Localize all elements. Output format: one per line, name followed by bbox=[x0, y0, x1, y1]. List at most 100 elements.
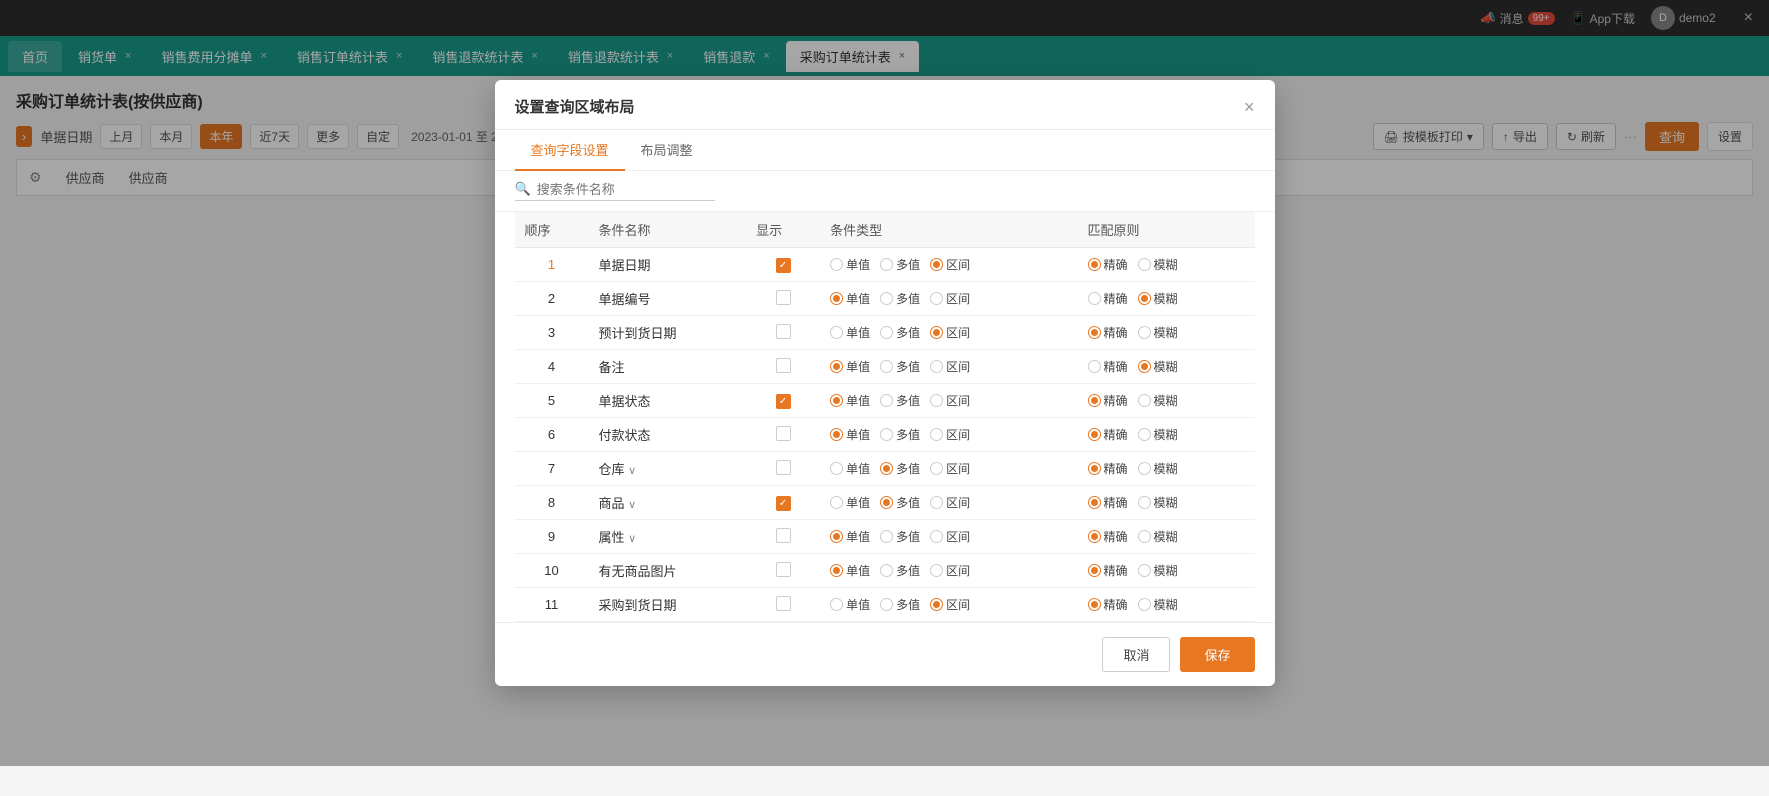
search-input[interactable] bbox=[537, 182, 707, 197]
type-option-多值[interactable]: 多值 bbox=[880, 460, 920, 477]
radio-circle bbox=[1138, 292, 1151, 305]
type-option-区间[interactable]: 区间 bbox=[930, 392, 970, 409]
match-option-模糊[interactable]: 模糊 bbox=[1138, 562, 1178, 579]
type-option-多值[interactable]: 多值 bbox=[880, 392, 920, 409]
match-option-精确[interactable]: 精确 bbox=[1088, 358, 1128, 375]
display-checkbox[interactable] bbox=[776, 562, 791, 577]
display-cell[interactable] bbox=[746, 520, 820, 554]
match-option-模糊[interactable]: 模糊 bbox=[1138, 324, 1178, 341]
match-option-模糊[interactable]: 模糊 bbox=[1138, 528, 1178, 545]
type-option-区间[interactable]: 区间 bbox=[930, 562, 970, 579]
type-option-单值[interactable]: 单值 bbox=[830, 324, 870, 341]
type-option-多值[interactable]: 多值 bbox=[880, 256, 920, 273]
match-option-精确[interactable]: 精确 bbox=[1088, 528, 1128, 545]
type-option-单值[interactable]: 单值 bbox=[830, 494, 870, 511]
match-option-模糊[interactable]: 模糊 bbox=[1138, 460, 1178, 477]
display-checkbox[interactable] bbox=[776, 596, 791, 611]
radio-circle bbox=[1088, 462, 1101, 475]
display-checkbox[interactable] bbox=[776, 290, 791, 305]
display-cell[interactable] bbox=[746, 350, 820, 384]
type-option-单值[interactable]: 单值 bbox=[830, 528, 870, 545]
type-option-区间[interactable]: 区间 bbox=[930, 324, 970, 341]
match-option-精确[interactable]: 精确 bbox=[1088, 494, 1128, 511]
match-option-模糊[interactable]: 模糊 bbox=[1138, 494, 1178, 511]
type-option-多值[interactable]: 多值 bbox=[880, 358, 920, 375]
match-option-精确[interactable]: 精确 bbox=[1088, 460, 1128, 477]
match-option-精确[interactable]: 精确 bbox=[1088, 256, 1128, 273]
table-row: 7仓库 ∨单值多值区间精确模糊 bbox=[515, 452, 1255, 486]
type-cell: 单值多值区间 bbox=[820, 418, 1077, 452]
col-type: 条件类型 bbox=[820, 212, 1077, 248]
match-option-模糊[interactable]: 模糊 bbox=[1138, 426, 1178, 443]
type-option-区间[interactable]: 区间 bbox=[930, 290, 970, 307]
modal-tab-layout-adjust[interactable]: 布局调整 bbox=[625, 130, 709, 171]
type-option-区间[interactable]: 区间 bbox=[930, 596, 970, 613]
type-option-单值[interactable]: 单值 bbox=[830, 426, 870, 443]
type-option-多值[interactable]: 多值 bbox=[880, 290, 920, 307]
match-option-模糊[interactable]: 模糊 bbox=[1138, 358, 1178, 375]
type-option-区间[interactable]: 区间 bbox=[930, 494, 970, 511]
radio-circle bbox=[1138, 598, 1151, 611]
display-checkbox[interactable] bbox=[776, 324, 791, 339]
type-option-单值[interactable]: 单值 bbox=[830, 256, 870, 273]
name-cell: 商品 ∨ bbox=[589, 486, 747, 520]
display-checkbox[interactable] bbox=[776, 496, 791, 511]
match-option-模糊[interactable]: 模糊 bbox=[1138, 256, 1178, 273]
display-cell[interactable] bbox=[746, 282, 820, 316]
display-cell[interactable] bbox=[746, 384, 820, 418]
display-cell[interactable] bbox=[746, 554, 820, 588]
type-option-区间[interactable]: 区间 bbox=[930, 426, 970, 443]
display-cell[interactable] bbox=[746, 452, 820, 486]
table-row: 9属性 ∨单值多值区间精确模糊 bbox=[515, 520, 1255, 554]
modal-close-btn[interactable]: × bbox=[1244, 98, 1255, 116]
type-option-多值[interactable]: 多值 bbox=[880, 596, 920, 613]
display-cell[interactable] bbox=[746, 486, 820, 520]
type-option-区间[interactable]: 区间 bbox=[930, 358, 970, 375]
type-option-多值[interactable]: 多值 bbox=[880, 494, 920, 511]
type-option-单值[interactable]: 单值 bbox=[830, 562, 870, 579]
modal-tab-query-fields[interactable]: 查询字段设置 bbox=[515, 130, 625, 171]
type-option-区间[interactable]: 区间 bbox=[930, 460, 970, 477]
match-option-精确[interactable]: 精确 bbox=[1088, 324, 1128, 341]
match-option-模糊[interactable]: 模糊 bbox=[1138, 596, 1178, 613]
cancel-btn[interactable]: 取消 bbox=[1102, 637, 1170, 672]
match-option-模糊[interactable]: 模糊 bbox=[1138, 290, 1178, 307]
type-option-区间[interactable]: 区间 bbox=[930, 256, 970, 273]
display-cell[interactable] bbox=[746, 316, 820, 350]
display-checkbox[interactable] bbox=[776, 460, 791, 475]
radio-circle bbox=[830, 564, 843, 577]
expand-arrow[interactable]: ∨ bbox=[628, 533, 636, 545]
radio-circle bbox=[830, 292, 843, 305]
match-option-精确[interactable]: 精确 bbox=[1088, 596, 1128, 613]
match-option-精确[interactable]: 精确 bbox=[1088, 290, 1128, 307]
type-option-单值[interactable]: 单值 bbox=[830, 392, 870, 409]
type-cell: 单值多值区间 bbox=[820, 486, 1077, 520]
display-checkbox[interactable] bbox=[776, 426, 791, 441]
type-option-多值[interactable]: 多值 bbox=[880, 528, 920, 545]
expand-arrow[interactable]: ∨ bbox=[628, 499, 636, 511]
type-option-单值[interactable]: 单值 bbox=[830, 290, 870, 307]
match-option-模糊[interactable]: 模糊 bbox=[1138, 392, 1178, 409]
display-checkbox[interactable] bbox=[776, 358, 791, 373]
save-btn[interactable]: 保存 bbox=[1180, 637, 1254, 672]
display-checkbox[interactable] bbox=[776, 394, 791, 409]
type-option-多值[interactable]: 多值 bbox=[880, 562, 920, 579]
display-cell[interactable] bbox=[746, 588, 820, 622]
type-option-单值[interactable]: 单值 bbox=[830, 596, 870, 613]
match-option-精确[interactable]: 精确 bbox=[1088, 392, 1128, 409]
expand-arrow[interactable]: ∨ bbox=[628, 465, 636, 477]
match-option-精确[interactable]: 精确 bbox=[1088, 426, 1128, 443]
name-cell: 单据状态 bbox=[589, 384, 747, 418]
display-checkbox[interactable] bbox=[776, 528, 791, 543]
type-option-单值[interactable]: 单值 bbox=[830, 358, 870, 375]
display-cell[interactable] bbox=[746, 248, 820, 282]
display-checkbox[interactable] bbox=[776, 258, 791, 273]
match-option-精确[interactable]: 精确 bbox=[1088, 562, 1128, 579]
type-option-区间[interactable]: 区间 bbox=[930, 528, 970, 545]
display-cell[interactable] bbox=[746, 418, 820, 452]
type-option-多值[interactable]: 多值 bbox=[880, 426, 920, 443]
seq-cell: 11 bbox=[515, 588, 589, 622]
type-option-多值[interactable]: 多值 bbox=[880, 324, 920, 341]
type-option-单值[interactable]: 单值 bbox=[830, 460, 870, 477]
radio-circle bbox=[1138, 394, 1151, 407]
